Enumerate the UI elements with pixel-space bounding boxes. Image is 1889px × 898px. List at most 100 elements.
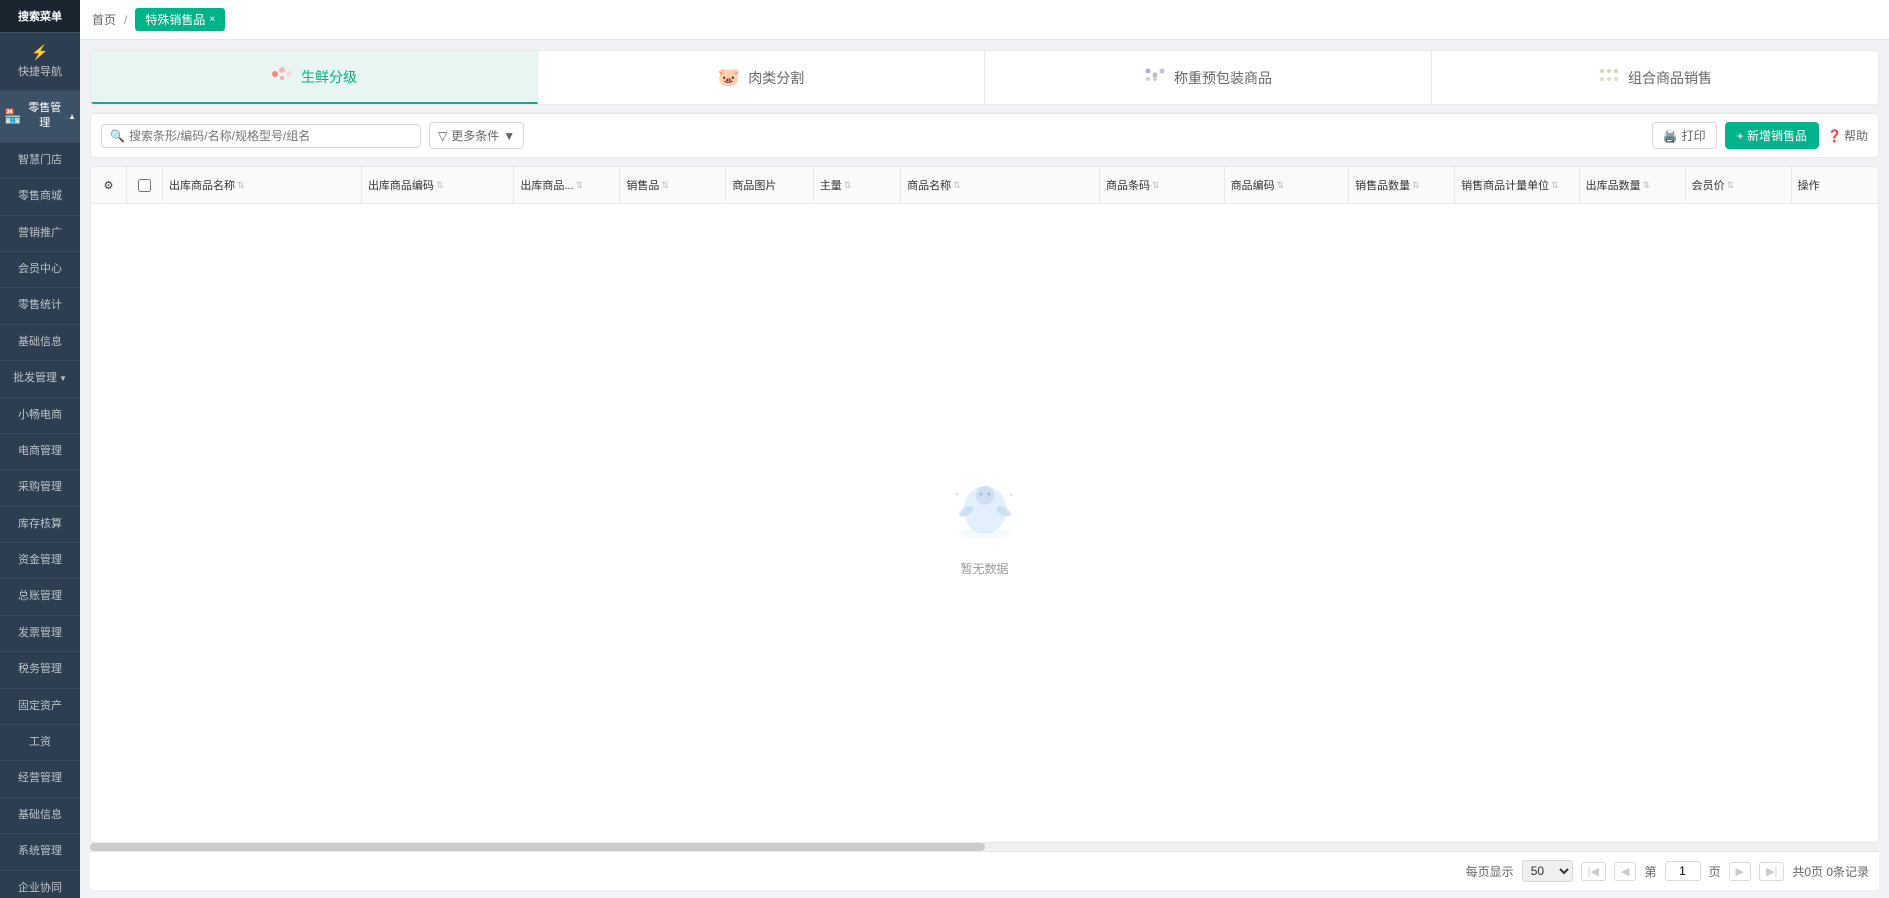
help-icon: ❓ [1827, 129, 1842, 143]
sidebar-item-purchase-mgmt[interactable]: 采购管理 [0, 470, 80, 506]
sidebar-item-enterprise-agree[interactable]: 企业协同 [0, 871, 80, 898]
sidebar-item-tax-mgmt[interactable]: 税务管理 [0, 652, 80, 688]
print-button[interactable]: 🖨️ 打印 [1652, 122, 1717, 149]
sidebar-item-member-center[interactable]: 会员中心 [0, 252, 80, 288]
retail-mgmt-icon: 🏪 [4, 107, 21, 127]
sidebar-logo[interactable]: 搜索菜单 [0, 0, 80, 33]
tab-meat-cut[interactable]: 🐷 肉类分割 [538, 51, 985, 104]
tab-label: 生鲜分级 [301, 67, 357, 87]
sidebar-item-wholesale-mgmt[interactable]: 批发管理 ▼ [0, 361, 80, 397]
prev-page-button[interactable]: ◀ [1614, 862, 1636, 881]
th-goods-barcode[interactable]: 商品条码 ⇅ [1100, 167, 1225, 203]
sidebar-item-label: 企业协同 [18, 881, 62, 896]
sort-icon: ⇅ [953, 180, 961, 191]
sidebar-item-inventory[interactable]: 库存核算 [0, 507, 80, 543]
sidebar-item-retail-mgmt[interactable]: 🏪 零售管理 ▲ [0, 91, 80, 143]
sidebar-item-label: 发票管理 [18, 626, 62, 641]
close-tab-icon[interactable]: × [209, 14, 215, 25]
sort-icon: ⇅ [1152, 180, 1160, 191]
th-goods-code[interactable]: 商品编码 ⇅ [1225, 167, 1350, 203]
chevron-down-icon: ▼ [503, 129, 515, 143]
sidebar-item-quick-nav[interactable]: ⚡ 快捷导航 [0, 33, 80, 91]
topbar: 首页 / 特殊销售品 × [80, 0, 1889, 40]
new-sale-item-button[interactable]: + 新增销售品 [1725, 122, 1819, 149]
sidebar-item-label: 库存核算 [18, 517, 62, 532]
quick-nav-icon: ⚡ [31, 43, 48, 63]
sidebar-item-marketing[interactable]: 营销推广 [0, 216, 80, 252]
search-input[interactable] [129, 129, 412, 143]
sidebar-item-mini-ecom[interactable]: 小畅电商 [0, 398, 80, 434]
sidebar-item-label: 批发管理 [13, 371, 57, 386]
first-page-button[interactable]: |◀ [1581, 862, 1606, 881]
svg-text:✦: ✦ [954, 490, 960, 498]
sidebar-item-finance[interactable]: 资金管理 [0, 543, 80, 579]
sidebar-item-basic-info[interactable]: 基础信息 [0, 325, 80, 361]
horizontal-scrollbar[interactable] [90, 843, 1879, 851]
th-out-qty[interactable]: 出库品数量 ⇅ [1580, 167, 1686, 203]
sidebar-item-label: 智慧门店 [18, 153, 62, 168]
th-out-goods-name[interactable]: 出库商品名称 ⇅ [163, 167, 362, 203]
sidebar-item-label: 小畅电商 [18, 408, 62, 423]
th-checkbox[interactable] [127, 167, 163, 203]
sidebar-item-basic-info2[interactable]: 基础信息 [0, 798, 80, 834]
sidebar-item-label: 零售统计 [18, 298, 62, 313]
th-weight[interactable]: 主量 ⇅ [814, 167, 901, 203]
active-tab-tag[interactable]: 特殊销售品 × [135, 8, 225, 31]
sidebar-item-label: 会员中心 [18, 262, 62, 277]
sidebar-item-retail-mall[interactable]: 零售商城 [0, 179, 80, 215]
print-icon: 🖨️ [1663, 129, 1678, 143]
sidebar-item-ops-mgmt[interactable]: 经营管理 [0, 761, 80, 797]
help-label: 帮助 [1844, 127, 1868, 144]
total-info: 共0页 0条记录 [1792, 863, 1869, 880]
filter-button[interactable]: ▽ 更多条件 ▼ [429, 122, 524, 149]
sidebar-item-retail-stats[interactable]: 零售统计 [0, 288, 80, 324]
sidebar-item-smart-store[interactable]: 智慧门店 [0, 143, 80, 179]
th-out-goods-spec[interactable]: 出库商品... ⇅ [514, 167, 620, 203]
breadcrumb-separator: / [124, 13, 127, 27]
sidebar-item-ecom-mgmt[interactable]: 电商管理 [0, 434, 80, 470]
sort-icon: ⇅ [844, 180, 852, 191]
chevron-down-icon: ▲ [68, 111, 76, 122]
filter-icon: ▽ [438, 129, 447, 143]
sidebar-item-payroll[interactable]: 工资 [0, 725, 80, 761]
sidebar: 搜索菜单 ⚡ 快捷导航 🏪 零售管理 ▲ 智慧门店 零售商城 营销推广 会员中心… [0, 0, 80, 898]
sidebar-item-label: 税务管理 [18, 662, 62, 677]
th-sale-goods[interactable]: 销售品 ⇅ [620, 167, 726, 203]
th-action: 操作 [1792, 167, 1878, 203]
tab-weight-pkg[interactable]: 称重预包装商品 [985, 51, 1432, 104]
th-sale-unit[interactable]: 销售商品计量单位 ⇅ [1455, 167, 1580, 203]
next-page-button[interactable]: ▶ [1729, 862, 1751, 881]
sidebar-item-label: 采购管理 [18, 480, 62, 495]
search-box[interactable]: 🔍 [101, 124, 421, 148]
th-goods-name[interactable]: 商品名称 ⇅ [901, 167, 1100, 203]
toolbar: 🔍 ▽ 更多条件 ▼ 🖨️ 打印 + 新增销售品 ❓ 帮助 [90, 113, 1879, 158]
help-button[interactable]: ❓ 帮助 [1827, 127, 1868, 144]
th-settings[interactable]: ⚙ [91, 167, 127, 203]
per-page-select[interactable]: 50 10 20 100 [1522, 860, 1573, 882]
sidebar-item-label: 电商管理 [18, 444, 62, 459]
last-page-button[interactable]: ▶| [1759, 862, 1784, 881]
sidebar-item-label: 快捷导航 [18, 65, 62, 80]
select-all-checkbox[interactable] [138, 179, 151, 192]
current-page-input[interactable] [1665, 861, 1701, 881]
filter-label: 更多条件 [451, 127, 499, 144]
sidebar-item-label: 基础信息 [18, 335, 62, 350]
sidebar-item-label: 零售管理 [23, 101, 66, 132]
page-label: 页 [1709, 863, 1721, 880]
sidebar-item-fixed-assets[interactable]: 固定资产 [0, 689, 80, 725]
table-header: ⚙ 出库商品名称 ⇅ 出库商品编码 ⇅ 出库商品... ⇅ 销售品 [91, 167, 1878, 204]
sidebar-item-general-ledger[interactable]: 总账管理 [0, 579, 80, 615]
th-member-price[interactable]: 会员价 ⇅ [1686, 167, 1792, 203]
tab-fresh-grade[interactable]: 生鲜分级 [91, 51, 538, 104]
sidebar-item-sys-mgmt[interactable]: 系统管理 [0, 834, 80, 870]
th-sale-qty[interactable]: 销售品数量 ⇅ [1349, 167, 1455, 203]
sort-icon: ⇅ [661, 180, 669, 191]
category-tabs: 生鲜分级 🐷 肉类分割 称重预包装商品 [90, 50, 1879, 105]
tab-combo-sale[interactable]: 组合商品销售 [1432, 51, 1878, 104]
th-out-goods-code[interactable]: 出库商品编码 ⇅ [362, 167, 514, 203]
sort-icon: ⇅ [436, 180, 444, 191]
svg-text:✦: ✦ [1009, 492, 1013, 498]
home-link[interactable]: 首页 [92, 11, 116, 28]
sidebar-item-invoice-mgmt[interactable]: 发票管理 [0, 616, 80, 652]
scroll-thumb[interactable] [90, 843, 985, 851]
